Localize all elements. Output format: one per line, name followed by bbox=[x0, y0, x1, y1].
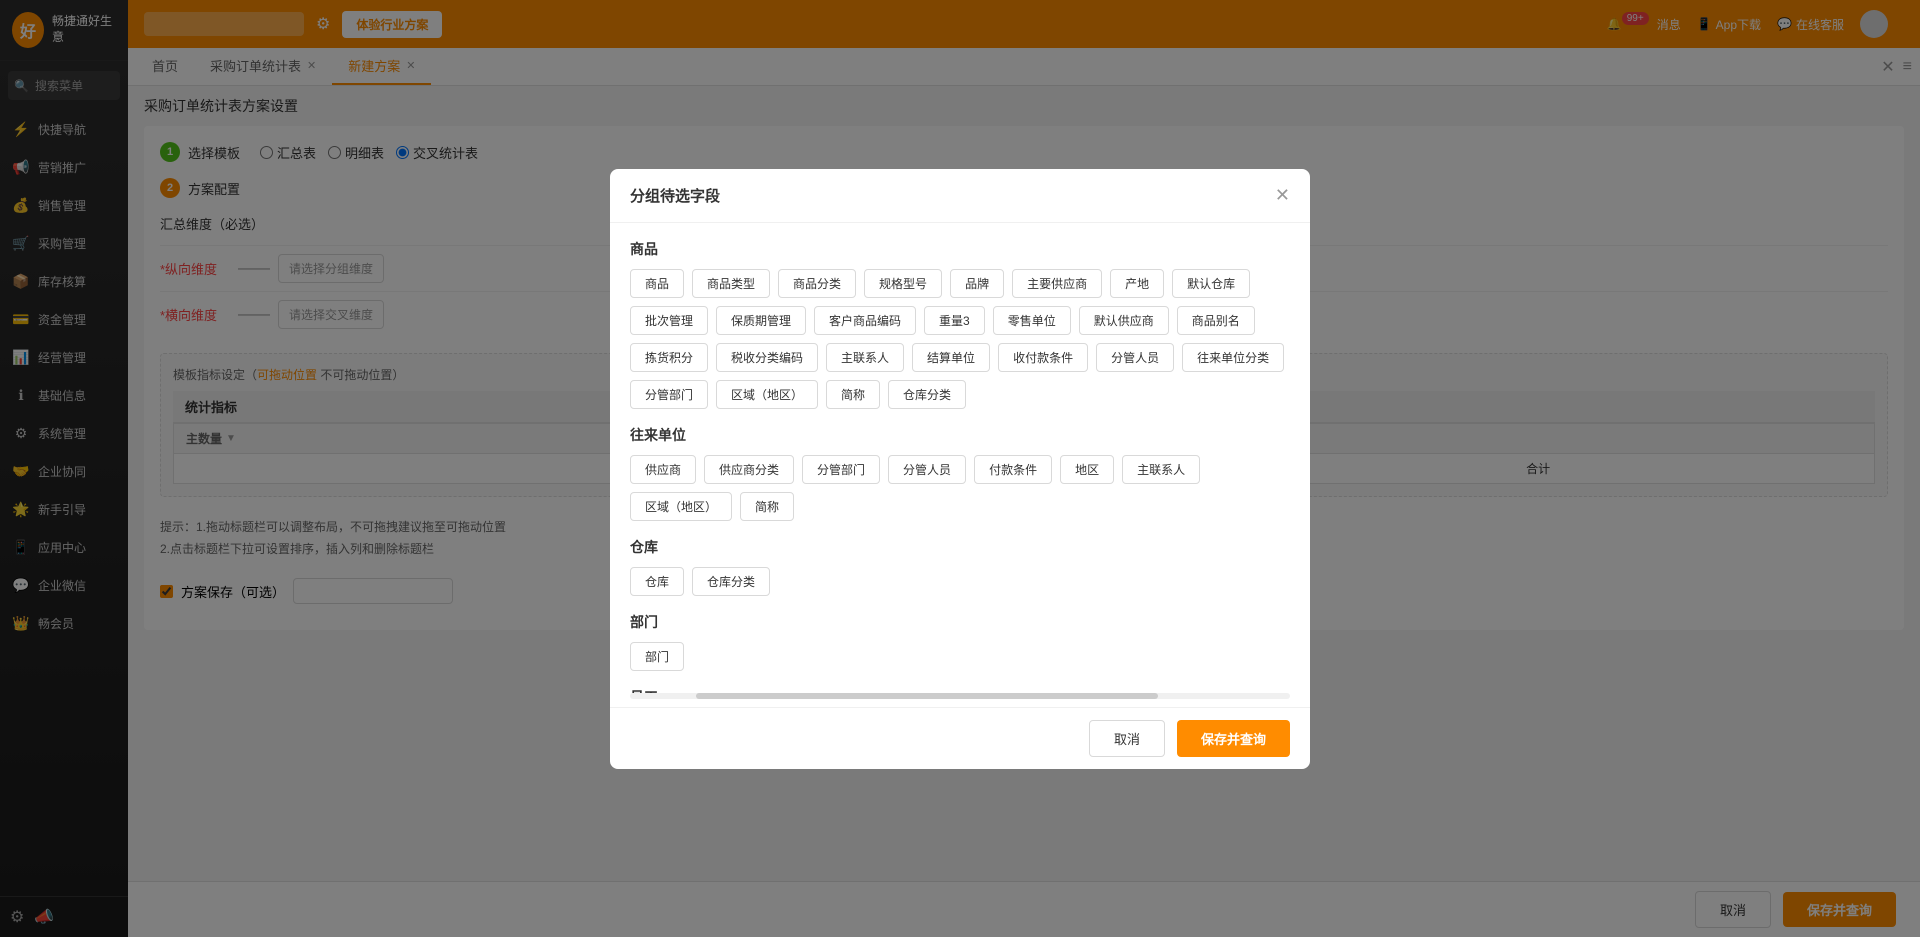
field-tag-weight[interactable]: 重量3 bbox=[924, 306, 985, 335]
section-title-dept: 部门 bbox=[630, 612, 1290, 632]
field-tag-partner-contact[interactable]: 主联系人 bbox=[1122, 455, 1200, 484]
field-tag-supervisor[interactable]: 分管人员 bbox=[1096, 343, 1174, 372]
field-tag-goods-type[interactable]: 商品类型 bbox=[692, 269, 770, 298]
field-tag-default-supplier[interactable]: 默认供应商 bbox=[1079, 306, 1169, 335]
modal-header: 分组待选字段 ✕ bbox=[610, 169, 1310, 223]
field-tag-settle-unit[interactable]: 结算单位 bbox=[912, 343, 990, 372]
field-tag-supplier-category[interactable]: 供应商分类 bbox=[704, 455, 794, 484]
modal-overlay: 分组待选字段 ✕ 商品 商品 商品类型 商品分类 规格型号 品牌 主要供应商 产… bbox=[0, 0, 1920, 937]
field-section-partner: 往来单位 供应商 供应商分类 分管部门 分管人员 付款条件 地区 主联系人 区域… bbox=[630, 425, 1290, 521]
modal-body[interactable]: 商品 商品 商品类型 商品分类 规格型号 品牌 主要供应商 产地 默认仓库 批次… bbox=[610, 223, 1310, 694]
field-tag-partner-region[interactable]: 区域（地区） bbox=[630, 492, 732, 521]
field-tag-partner-category[interactable]: 往来单位分类 bbox=[1182, 343, 1284, 372]
field-tag-payment-cond[interactable]: 付款条件 bbox=[974, 455, 1052, 484]
field-tag-retail-unit[interactable]: 零售单位 bbox=[993, 306, 1071, 335]
field-tag-warehouse[interactable]: 仓库 bbox=[630, 567, 684, 596]
field-tag-pick-points[interactable]: 拣货积分 bbox=[630, 343, 708, 372]
dept-field-tags: 部门 bbox=[630, 642, 1290, 671]
field-tag-main-supplier[interactable]: 主要供应商 bbox=[1012, 269, 1102, 298]
field-tag-origin[interactable]: 产地 bbox=[1110, 269, 1164, 298]
field-tag-main-contact[interactable]: 主联系人 bbox=[826, 343, 904, 372]
modal-hscroll-thumb[interactable] bbox=[696, 693, 1158, 698]
field-tag-batch-mgmt[interactable]: 批次管理 bbox=[630, 306, 708, 335]
warehouse-field-tags: 仓库 仓库分类 bbox=[630, 567, 1290, 596]
field-tag-partner-short[interactable]: 简称 bbox=[740, 492, 794, 521]
field-tag-goods[interactable]: 商品 bbox=[630, 269, 684, 298]
goods-field-tags: 商品 商品类型 商品分类 规格型号 品牌 主要供应商 产地 默认仓库 批次管理 … bbox=[630, 269, 1290, 409]
modal: 分组待选字段 ✕ 商品 商品 商品类型 商品分类 规格型号 品牌 主要供应商 产… bbox=[610, 169, 1310, 769]
field-tag-warehouse-category[interactable]: 仓库分类 bbox=[888, 380, 966, 409]
partner-field-tags: 供应商 供应商分类 分管部门 分管人员 付款条件 地区 主联系人 区域（地区） … bbox=[630, 455, 1290, 521]
field-tag-partner-supervisor[interactable]: 分管人员 bbox=[888, 455, 966, 484]
field-tag-default-warehouse[interactable]: 默认仓库 bbox=[1172, 269, 1250, 298]
modal-title: 分组待选字段 bbox=[630, 185, 720, 206]
field-tag-short-name[interactable]: 简称 bbox=[826, 380, 880, 409]
field-section-dept: 部门 部门 bbox=[630, 612, 1290, 671]
field-tag-partner-dept[interactable]: 分管部门 bbox=[802, 455, 880, 484]
field-tag-expiry-mgmt[interactable]: 保质期管理 bbox=[716, 306, 806, 335]
field-tag-supplier[interactable]: 供应商 bbox=[630, 455, 696, 484]
field-tag-goods-alias[interactable]: 商品别名 bbox=[1177, 306, 1255, 335]
modal-confirm-button[interactable]: 保存并查询 bbox=[1177, 720, 1290, 757]
modal-horizontal-scrollbar[interactable] bbox=[630, 693, 1290, 698]
field-tag-goods-category[interactable]: 商品分类 bbox=[778, 269, 856, 298]
field-tag-area[interactable]: 地区 bbox=[1060, 455, 1114, 484]
field-tag-dept[interactable]: 分管部门 bbox=[630, 380, 708, 409]
field-section-warehouse: 仓库 仓库 仓库分类 bbox=[630, 537, 1290, 596]
modal-footer: 取消 保存并查询 bbox=[610, 707, 1310, 769]
field-tag-customer-code[interactable]: 客户商品编码 bbox=[814, 306, 916, 335]
field-tag-department[interactable]: 部门 bbox=[630, 642, 684, 671]
field-tag-payment-terms[interactable]: 收付款条件 bbox=[998, 343, 1088, 372]
section-title-partner: 往来单位 bbox=[630, 425, 1290, 445]
field-tag-spec[interactable]: 规格型号 bbox=[864, 269, 942, 298]
field-tag-brand[interactable]: 品牌 bbox=[950, 269, 1004, 298]
section-title-goods: 商品 bbox=[630, 239, 1290, 259]
field-section-goods: 商品 商品 商品类型 商品分类 规格型号 品牌 主要供应商 产地 默认仓库 批次… bbox=[630, 239, 1290, 409]
field-tag-region[interactable]: 区域（地区） bbox=[716, 380, 818, 409]
modal-close-button[interactable]: ✕ bbox=[1275, 185, 1290, 206]
field-tag-tax-code[interactable]: 税收分类编码 bbox=[716, 343, 818, 372]
section-title-warehouse: 仓库 bbox=[630, 537, 1290, 557]
field-tag-warehouse-cat[interactable]: 仓库分类 bbox=[692, 567, 770, 596]
modal-cancel-button[interactable]: 取消 bbox=[1089, 720, 1165, 757]
